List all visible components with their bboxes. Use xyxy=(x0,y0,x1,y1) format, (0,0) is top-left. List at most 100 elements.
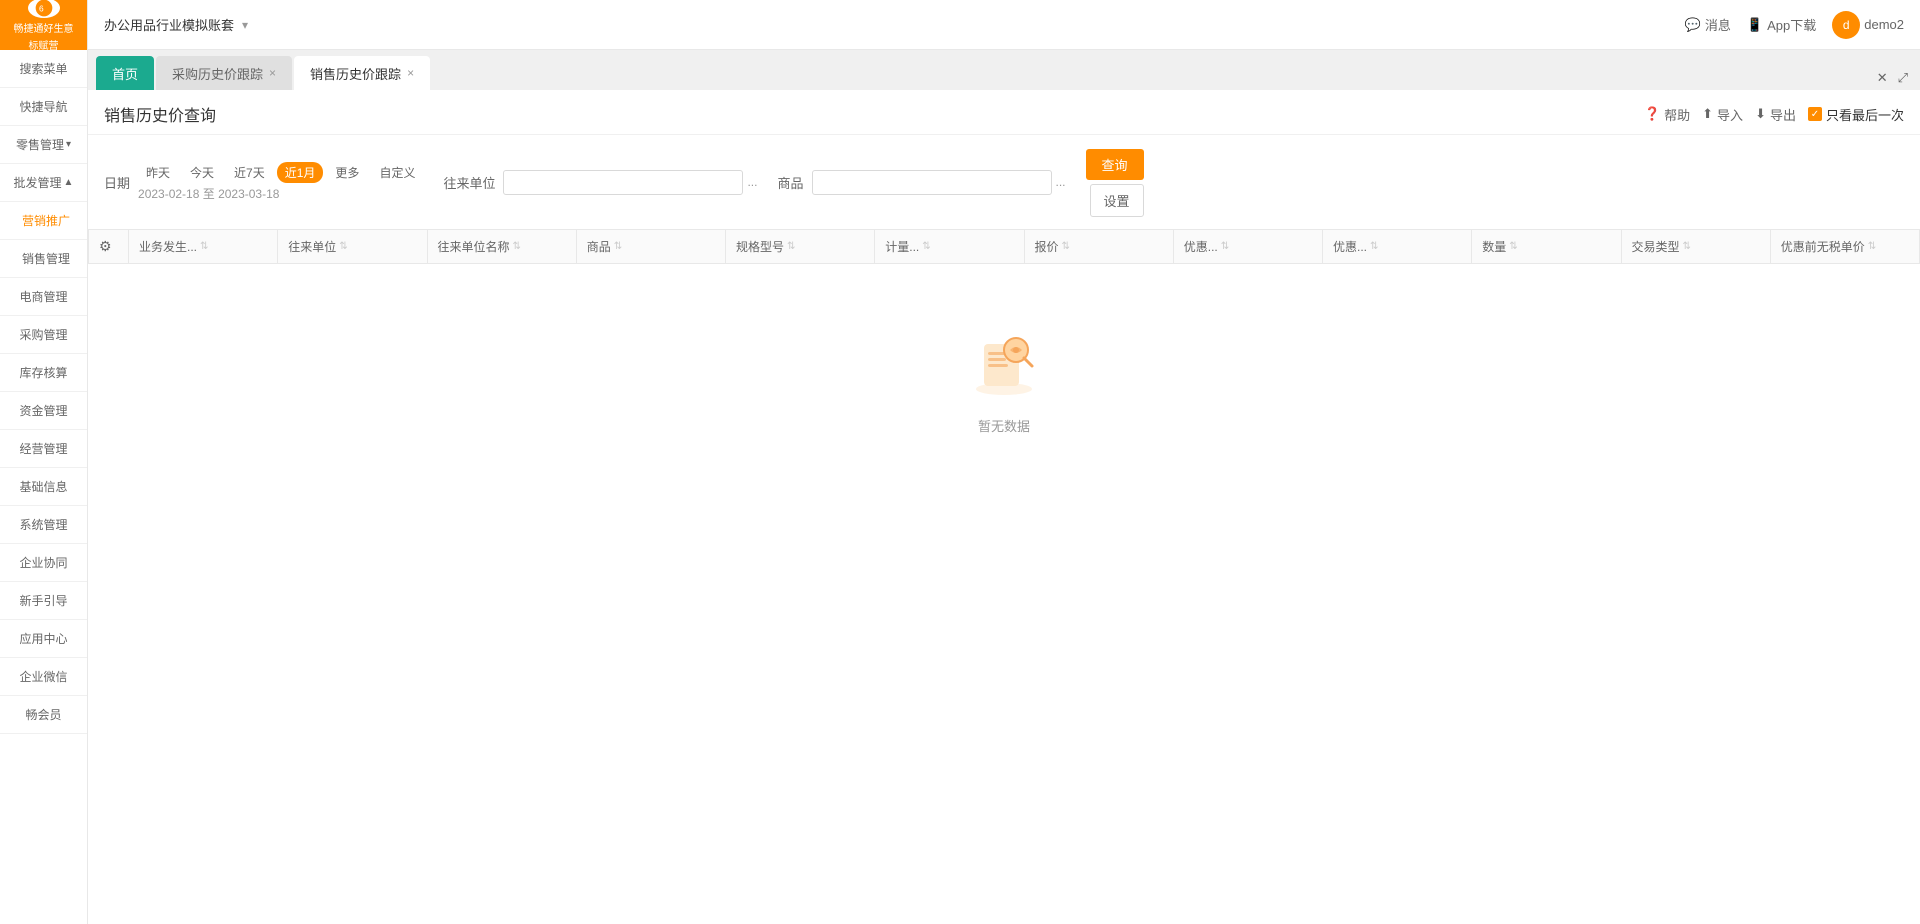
brand-name: 畅捷通好生意 xyxy=(14,20,74,35)
sidebar-item-apps[interactable]: 应用中心 xyxy=(0,620,87,658)
date-btn-1month[interactable]: 近1月 xyxy=(277,162,324,183)
last-only-checkbox[interactable] xyxy=(1808,107,1822,121)
last-only-checkbox-label[interactable]: 只看最后一次 xyxy=(1808,105,1904,124)
main-content: 办公用品行业模拟账套 ▾ 💬 消息 📱 App下载 d demo2 首页 xyxy=(88,0,1920,924)
th-partner-code[interactable]: 往来单位⇅ xyxy=(278,230,427,264)
empty-text: 暂无数据 xyxy=(978,416,1030,435)
date-btn-more[interactable]: 更多 xyxy=(327,162,367,183)
export-btn[interactable]: ⬇ 导出 xyxy=(1755,105,1796,124)
help-label: 帮助 xyxy=(1664,105,1690,124)
th-partner-code-label: 往来单位 xyxy=(288,238,336,255)
sidebar-item-guide[interactable]: 新手引导 xyxy=(0,582,87,620)
sidebar-item-inventory[interactable]: 库存核算 xyxy=(0,354,87,392)
tab-sales-close-icon[interactable]: × xyxy=(407,67,414,79)
date-filter-group: 日期 昨天 今天 近7天 近1月 更多 自定义 2023-02-18 至 202… xyxy=(104,162,423,202)
user-name: demo2 xyxy=(1864,17,1904,32)
sort-icon-discount2: ⇅ xyxy=(1370,241,1378,252)
app-icon: 📱 xyxy=(1747,17,1763,33)
th-unit-label: 计量... xyxy=(885,238,919,255)
empty-state: 暂无数据 xyxy=(88,264,1920,495)
tab-home[interactable]: 首页 xyxy=(96,56,154,90)
sidebar-item-marketing[interactable]: 营销推广 xyxy=(0,202,87,240)
date-btn-yesterday[interactable]: 昨天 xyxy=(138,162,178,183)
sidebar-item-sales[interactable]: 销售管理 xyxy=(0,240,87,278)
setting-button[interactable]: 设置 xyxy=(1090,184,1144,217)
help-btn[interactable]: ❓ 帮助 xyxy=(1644,105,1690,124)
sidebar-item-retail[interactable]: 零售管理 ▾ xyxy=(0,126,87,164)
date-buttons: 昨天 今天 近7天 近1月 更多 自定义 xyxy=(138,162,423,183)
import-btn[interactable]: ⬆ 导入 xyxy=(1702,105,1743,124)
sidebar-item-system[interactable]: 系统管理 xyxy=(0,506,87,544)
logo-icon: 6 xyxy=(28,0,60,18)
th-unit[interactable]: 计量...⇅ xyxy=(875,230,1024,264)
wholesale-label: 批发管理 xyxy=(14,174,62,191)
product-input-wrap: ... xyxy=(812,170,1066,195)
product-filter-label: 商品 xyxy=(777,173,803,192)
query-button[interactable]: 查询 xyxy=(1086,149,1144,180)
th-business-date-label: 业务发生... xyxy=(139,238,197,255)
sidebar-item-ecommerce[interactable]: 电商管理 xyxy=(0,278,87,316)
table-header: ⚙ 业务发生...⇅ 往来单位⇅ 往来单位名称⇅ 商品⇅ xyxy=(89,230,1920,264)
tab-sales-label: 销售历史价跟踪 xyxy=(310,64,401,83)
user-profile-btn[interactable]: d demo2 xyxy=(1832,11,1904,39)
settings-gear-icon[interactable]: ⚙ xyxy=(99,238,112,254)
th-trade-type[interactable]: 交易类型⇅ xyxy=(1621,230,1770,264)
product-ellipsis[interactable]: ... xyxy=(1056,175,1066,189)
partner-input-wrap: ... xyxy=(503,170,757,195)
tab-maximize-btn[interactable]: ⤢ xyxy=(1898,70,1908,86)
topbar-dropdown-icon[interactable]: ▾ xyxy=(242,18,248,32)
sidebar: 6 畅捷通好生意 标赋营 搜索菜单 快捷导航 零售管理 ▾ 批发管理 ▲ 营销推… xyxy=(0,0,88,924)
th-discount1[interactable]: 优惠...⇅ xyxy=(1173,230,1322,264)
th-spec-label: 规格型号 xyxy=(736,238,784,255)
sidebar-item-search[interactable]: 搜索菜单 xyxy=(0,50,87,88)
date-btn-today[interactable]: 今天 xyxy=(182,162,222,183)
sidebar-item-basic[interactable]: 基础信息 xyxy=(0,468,87,506)
th-quantity[interactable]: 数量⇅ xyxy=(1472,230,1621,264)
th-partner-name[interactable]: 往来单位名称⇅ xyxy=(427,230,576,264)
date-btn-custom[interactable]: 自定义 xyxy=(371,162,423,183)
topbar-right: 💬 消息 📱 App下载 d demo2 xyxy=(1685,11,1904,39)
sidebar-item-finance[interactable]: 资金管理 xyxy=(0,392,87,430)
import-label: 导入 xyxy=(1717,105,1743,124)
export-icon: ⬇ xyxy=(1755,106,1766,122)
sidebar-item-member[interactable]: 畅会员 xyxy=(0,696,87,734)
tab-close-all-btn[interactable]: ✕ xyxy=(1877,70,1888,86)
date-btn-7days[interactable]: 近7天 xyxy=(226,162,273,183)
sidebar-item-purchase[interactable]: 采购管理 xyxy=(0,316,87,354)
retail-arrow: ▾ xyxy=(66,139,71,150)
sidebar-menu: 搜索菜单 快捷导航 零售管理 ▾ 批发管理 ▲ 营销推广 销售管理 电商管理 采… xyxy=(0,50,87,924)
partner-ellipsis[interactable]: ... xyxy=(747,175,757,189)
tab-sales-history[interactable]: 销售历史价跟踪 × xyxy=(294,56,430,90)
product-filter-group: 商品 ... xyxy=(777,170,1065,195)
sidebar-item-wholesale[interactable]: 批发管理 ▲ xyxy=(0,164,87,202)
sidebar-item-shortcut[interactable]: 快捷导航 xyxy=(0,88,87,126)
sort-icon-spec: ⇅ xyxy=(787,241,795,252)
th-business-date[interactable]: 业务发生...⇅ xyxy=(129,230,278,264)
th-spec[interactable]: 规格型号⇅ xyxy=(726,230,875,264)
th-quote[interactable]: 报价⇅ xyxy=(1024,230,1173,264)
topbar-msg-btn[interactable]: 💬 消息 xyxy=(1685,15,1731,34)
tab-bar: 首页 采购历史价跟踪 × 销售历史价跟踪 × ✕ ⤢ xyxy=(88,50,1920,90)
th-discount2[interactable]: 优惠...⇅ xyxy=(1323,230,1472,264)
topbar-app-btn[interactable]: 📱 App下载 xyxy=(1747,15,1816,34)
partner-input[interactable] xyxy=(503,170,743,195)
th-settings[interactable]: ⚙ xyxy=(89,230,129,264)
th-product[interactable]: 商品⇅ xyxy=(576,230,725,264)
sidebar-item-operation[interactable]: 经营管理 xyxy=(0,430,87,468)
logo[interactable]: 6 畅捷通好生意 标赋营 xyxy=(0,0,87,50)
tab-purchase-close-icon[interactable]: × xyxy=(269,67,276,79)
page-actions: ❓ 帮助 ⬆ 导入 ⬇ 导出 只看最后一次 xyxy=(1644,105,1904,124)
tab-purchase-history[interactable]: 采购历史价跟踪 × xyxy=(156,56,292,90)
product-input[interactable] xyxy=(812,170,1052,195)
sort-icon-quantity: ⇅ xyxy=(1509,241,1517,252)
partner-filter-label: 往来单位 xyxy=(443,173,495,192)
sidebar-item-enterprise[interactable]: 企业协同 xyxy=(0,544,87,582)
th-pretax-price-label: 优惠前无税单价 xyxy=(1781,238,1865,255)
th-pretax-price[interactable]: 优惠前无税单价⇅ xyxy=(1770,230,1919,264)
table-area: ⚙ 业务发生...⇅ 往来单位⇅ 往来单位名称⇅ 商品⇅ xyxy=(88,229,1920,924)
topbar-left: 办公用品行业模拟账套 ▾ xyxy=(104,15,248,34)
sidebar-item-wechat[interactable]: 企业微信 xyxy=(0,658,87,696)
app-label: App下载 xyxy=(1767,15,1816,34)
tab-home-label: 首页 xyxy=(112,64,138,83)
retail-label: 零售管理 xyxy=(16,136,64,153)
